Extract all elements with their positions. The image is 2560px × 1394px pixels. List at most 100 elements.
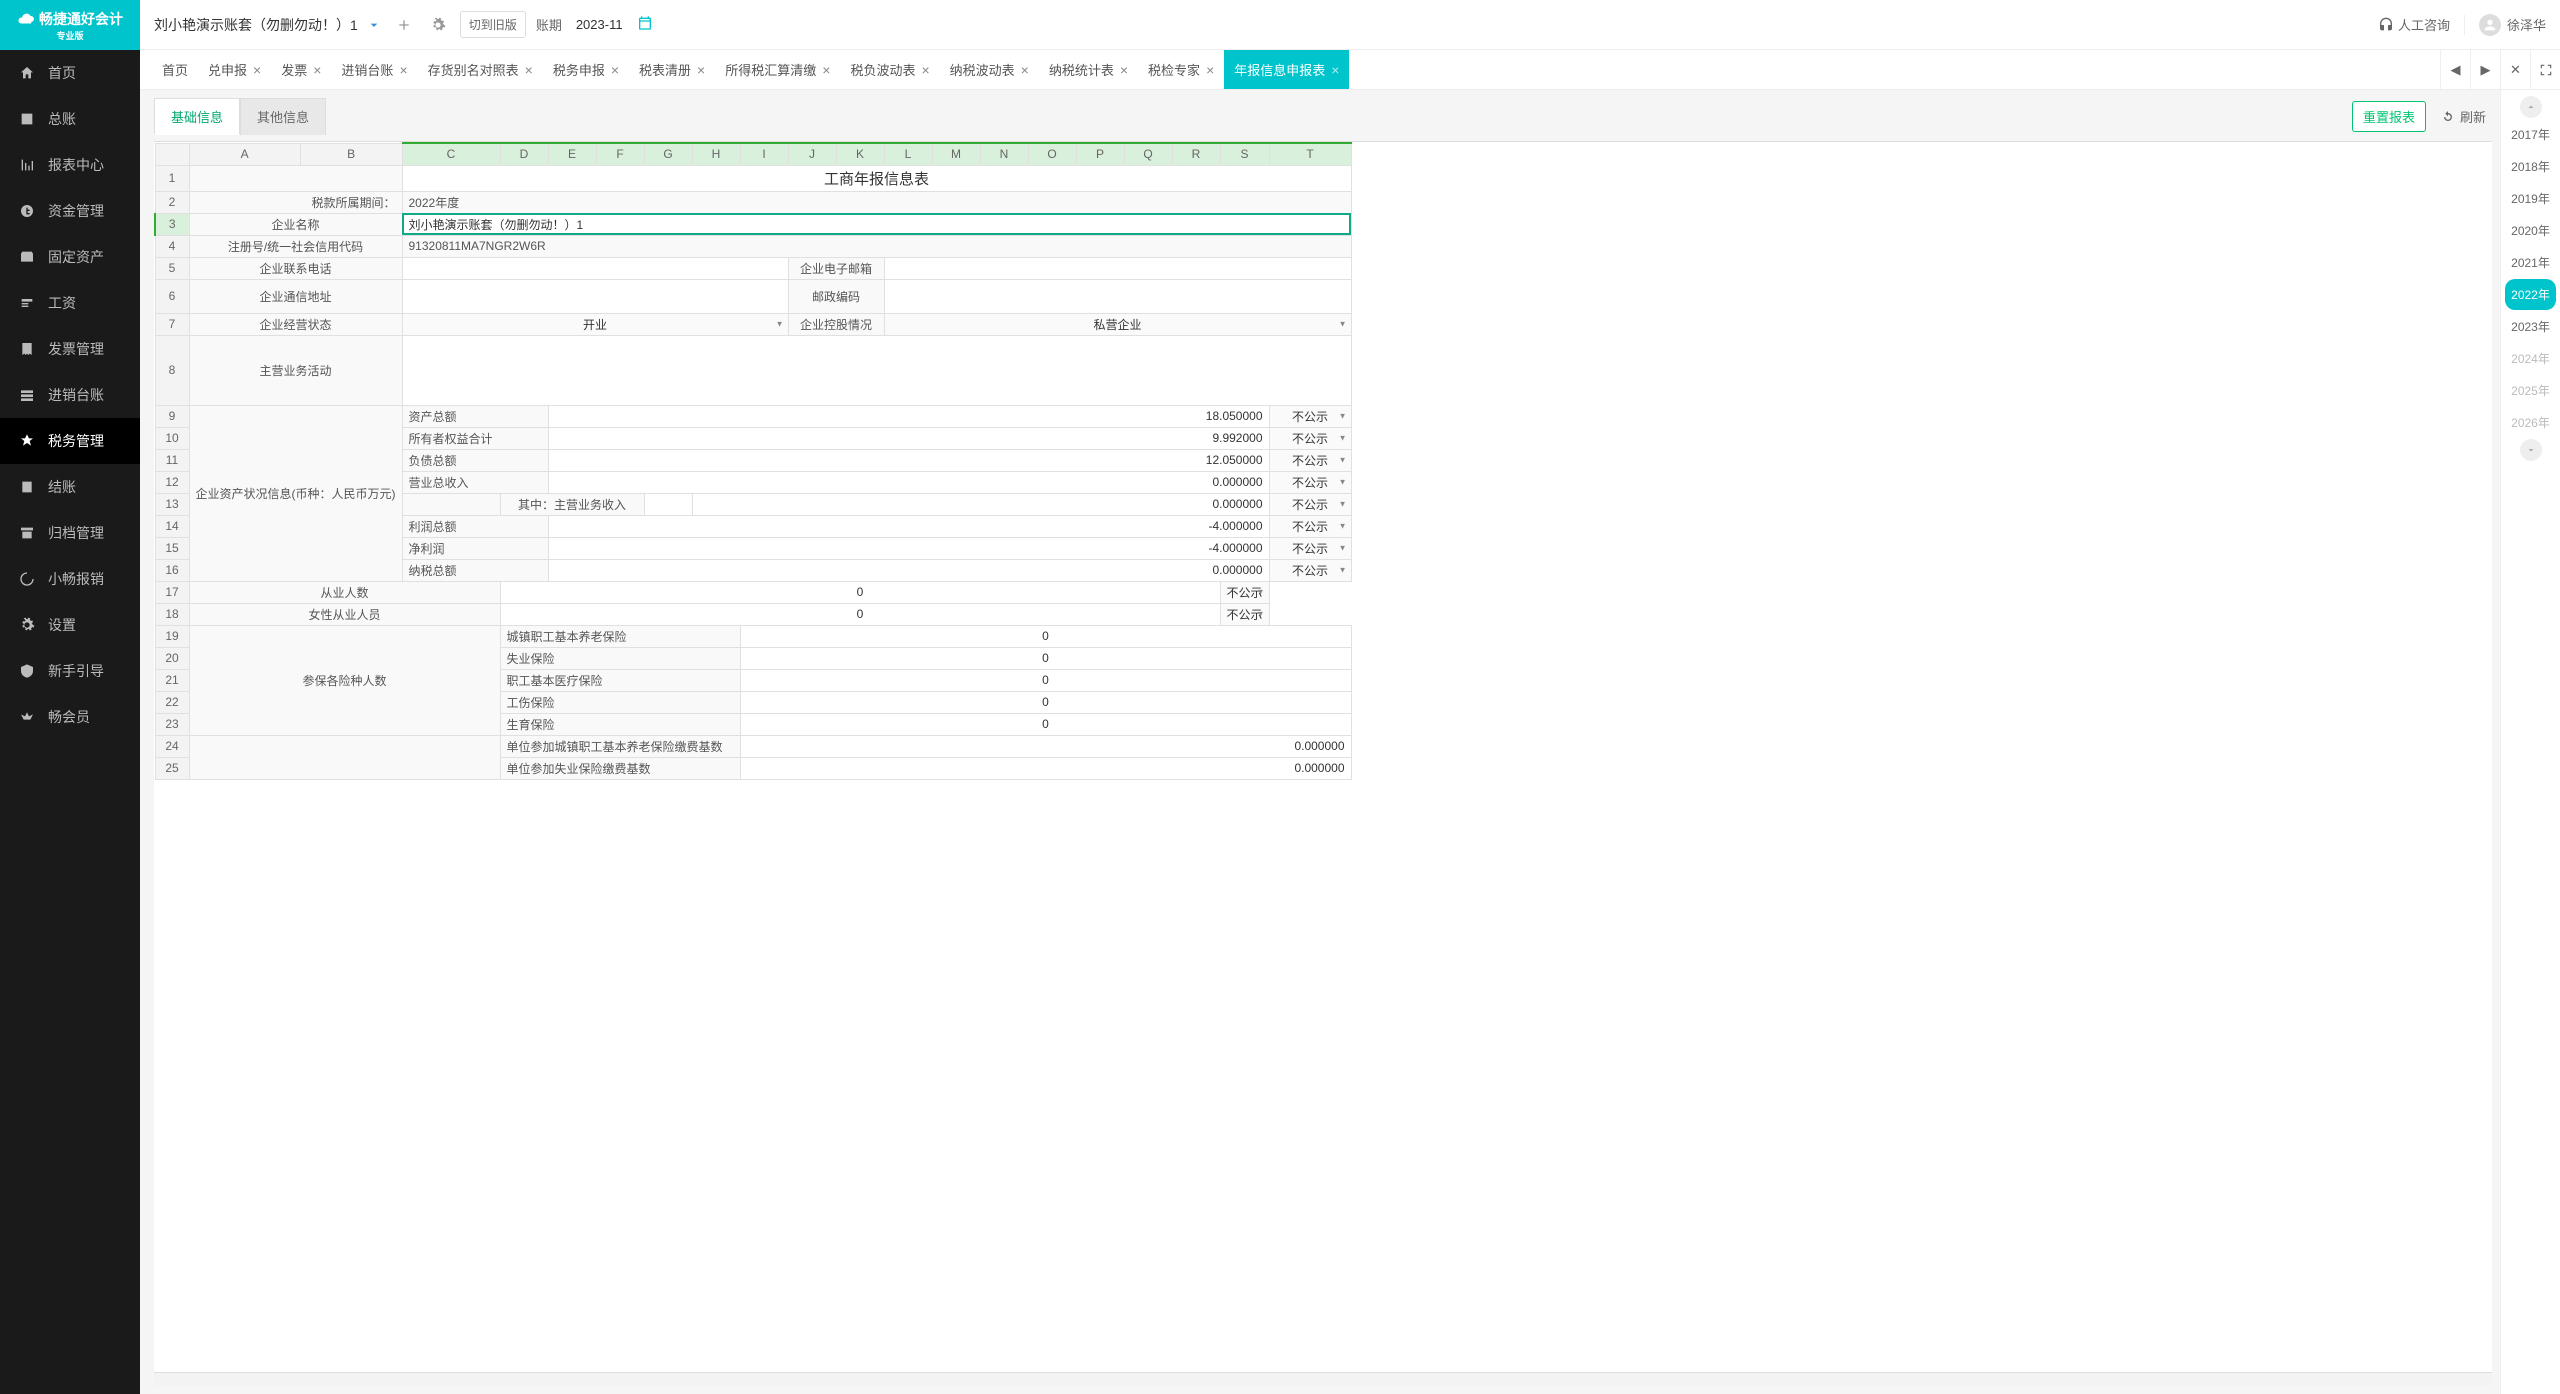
sidebar: 畅捷通好会计 专业版 首页总账报表中心资金管理固定资产工资发票管理进销台账税务管…	[0, 0, 140, 1394]
sidebar-item-salary[interactable]: 工资	[0, 280, 140, 326]
sidebar-item-fund[interactable]: 资金管理	[0, 188, 140, 234]
salary-icon	[18, 294, 36, 312]
tab-9[interactable]: 纳税波动表 ×	[940, 50, 1039, 89]
year-2020年[interactable]: 2020年	[2505, 215, 2556, 246]
ledger-icon	[18, 110, 36, 128]
tab-7[interactable]: 所得税汇算清缴 ×	[715, 50, 840, 89]
year-2021年[interactable]: 2021年	[2505, 247, 2556, 278]
tab-8[interactable]: 税负波动表 ×	[840, 50, 939, 89]
sidebar-item-close-period[interactable]: 结账	[0, 464, 140, 510]
sidebar-item-label: 工资	[48, 293, 76, 313]
sidebar-item-gear[interactable]: 设置	[0, 602, 140, 648]
spreadsheet[interactable]: ABCDEFGHIJKLMNOPQRST1工商年报信息表2税款所属期间：2022…	[154, 141, 2492, 1386]
tabs-close-all[interactable]: ✕	[2500, 50, 2530, 89]
brand-logo: 畅捷通好会计 专业版	[0, 0, 140, 50]
tab-close[interactable]: ×	[313, 62, 321, 78]
period-value[interactable]: 2023-11	[576, 17, 623, 32]
period-label: 账期	[536, 15, 562, 34]
sidebar-item-home[interactable]: 首页	[0, 50, 140, 96]
sidebar-item-label: 小畅报销	[48, 569, 104, 589]
tab-10[interactable]: 纳税统计表×	[1039, 50, 1138, 89]
sidebar-item-label: 发票管理	[48, 339, 104, 359]
tab-12[interactable]: 年报信息申报表 ×	[1224, 50, 1349, 89]
tab-11[interactable]: 税检专家 ×	[1138, 50, 1224, 89]
sidebar-item-ledger[interactable]: 总账	[0, 96, 140, 142]
sidebar-item-psi[interactable]: 进销台账	[0, 372, 140, 418]
plus-icon	[396, 17, 412, 33]
account-selector[interactable]: 刘小艳演示账套（勿删勿动！）1	[154, 15, 382, 35]
cloud-icon	[17, 10, 35, 28]
year-2024年[interactable]: 2024年	[2505, 343, 2556, 374]
fund-icon	[18, 202, 36, 220]
inner-tab-basic[interactable]: 基础信息	[154, 98, 240, 135]
sidebar-item-label: 结账	[48, 477, 76, 497]
sidebar-item-report[interactable]: 报表中心	[0, 142, 140, 188]
account-settings-button[interactable]	[426, 13, 450, 37]
sidebar-item-tax[interactable]: 税务管理	[0, 418, 140, 464]
sidebar-item-archive[interactable]: 归档管理	[0, 510, 140, 556]
tab-close[interactable]: ×	[1021, 62, 1029, 78]
sidebar-item-label: 新手引导	[48, 661, 104, 681]
sidebar-item-label: 首页	[48, 63, 76, 83]
year-2023年[interactable]: 2023年	[2505, 311, 2556, 342]
sidebar-item-vip[interactable]: 畅会员	[0, 694, 140, 740]
year-2026年[interactable]: 2026年	[2505, 407, 2556, 438]
report-icon	[18, 156, 36, 174]
gear-icon	[430, 17, 446, 33]
tab-3[interactable]: 进销台账×	[331, 50, 417, 89]
tab-close[interactable]: ×	[1206, 62, 1214, 78]
tab-label: 税务申报	[553, 60, 605, 79]
year-2025年[interactable]: 2025年	[2505, 375, 2556, 406]
tab-4[interactable]: 存货别名对照表×	[418, 50, 543, 89]
inner-tab-other[interactable]: 其他信息	[240, 98, 326, 135]
home-icon	[18, 64, 36, 82]
year-next[interactable]	[2520, 439, 2542, 461]
tab-close[interactable]: ×	[822, 62, 830, 78]
year-prev[interactable]	[2520, 96, 2542, 118]
tabs-fullscreen[interactable]	[2530, 50, 2560, 89]
tab-label: 所得税汇算清缴	[725, 60, 816, 79]
human-consult[interactable]: 人工咨询	[2378, 15, 2450, 34]
add-account-button[interactable]	[392, 13, 416, 37]
switch-old-button[interactable]: 切到旧版	[460, 11, 526, 38]
tab-label: 税检专家	[1148, 60, 1200, 79]
tab-1[interactable]: 兑申报 ×	[198, 50, 271, 89]
asset-icon	[18, 248, 36, 266]
sidebar-item-refund[interactable]: 小畅报销	[0, 556, 140, 602]
year-2019年[interactable]: 2019年	[2505, 183, 2556, 214]
sidebar-item-asset[interactable]: 固定资产	[0, 234, 140, 280]
reset-report-button[interactable]: 重置报表	[2352, 101, 2426, 132]
tab-close[interactable]: ×	[1331, 62, 1339, 78]
tabs-next[interactable]: ▶	[2470, 50, 2500, 89]
tab-0[interactable]: 首页	[152, 50, 198, 89]
sidebar-item-guide[interactable]: 新手引导	[0, 648, 140, 694]
tab-label: 税表清册	[639, 60, 691, 79]
vip-icon	[18, 708, 36, 726]
gear-icon	[18, 616, 36, 634]
tab-close[interactable]: ×	[1120, 62, 1128, 78]
year-2018年[interactable]: 2018年	[2505, 151, 2556, 182]
tab-close[interactable]: ×	[525, 62, 533, 78]
tab-2[interactable]: 发票×	[271, 50, 331, 89]
tab-close[interactable]: ×	[611, 62, 619, 78]
user-menu[interactable]: 徐泽华	[2479, 14, 2546, 36]
tabs-prev[interactable]: ◀	[2440, 50, 2470, 89]
tab-label: 税负波动表	[850, 60, 915, 79]
year-2017年[interactable]: 2017年	[2505, 119, 2556, 150]
tab-label: 年报信息申报表	[1234, 60, 1325, 79]
calendar-icon[interactable]	[637, 15, 653, 34]
tab-close[interactable]: ×	[399, 62, 407, 78]
tab-label: 兑申报	[208, 60, 247, 79]
tab-label: 纳税波动表	[950, 60, 1015, 79]
tab-6[interactable]: 税表清册 ×	[629, 50, 715, 89]
tab-close[interactable]: ×	[921, 62, 929, 78]
year-2022年[interactable]: 2022年	[2505, 279, 2556, 310]
horizontal-scrollbar[interactable]	[154, 1372, 2492, 1386]
tab-5[interactable]: 税务申报 ×	[543, 50, 629, 89]
sidebar-item-invoice[interactable]: 发票管理	[0, 326, 140, 372]
tab-close[interactable]: ×	[253, 62, 261, 78]
chevron-down-icon	[366, 17, 382, 33]
tab-close[interactable]: ×	[697, 62, 705, 78]
refresh-button[interactable]: 刷新	[2440, 107, 2486, 126]
refund-icon	[18, 570, 36, 588]
